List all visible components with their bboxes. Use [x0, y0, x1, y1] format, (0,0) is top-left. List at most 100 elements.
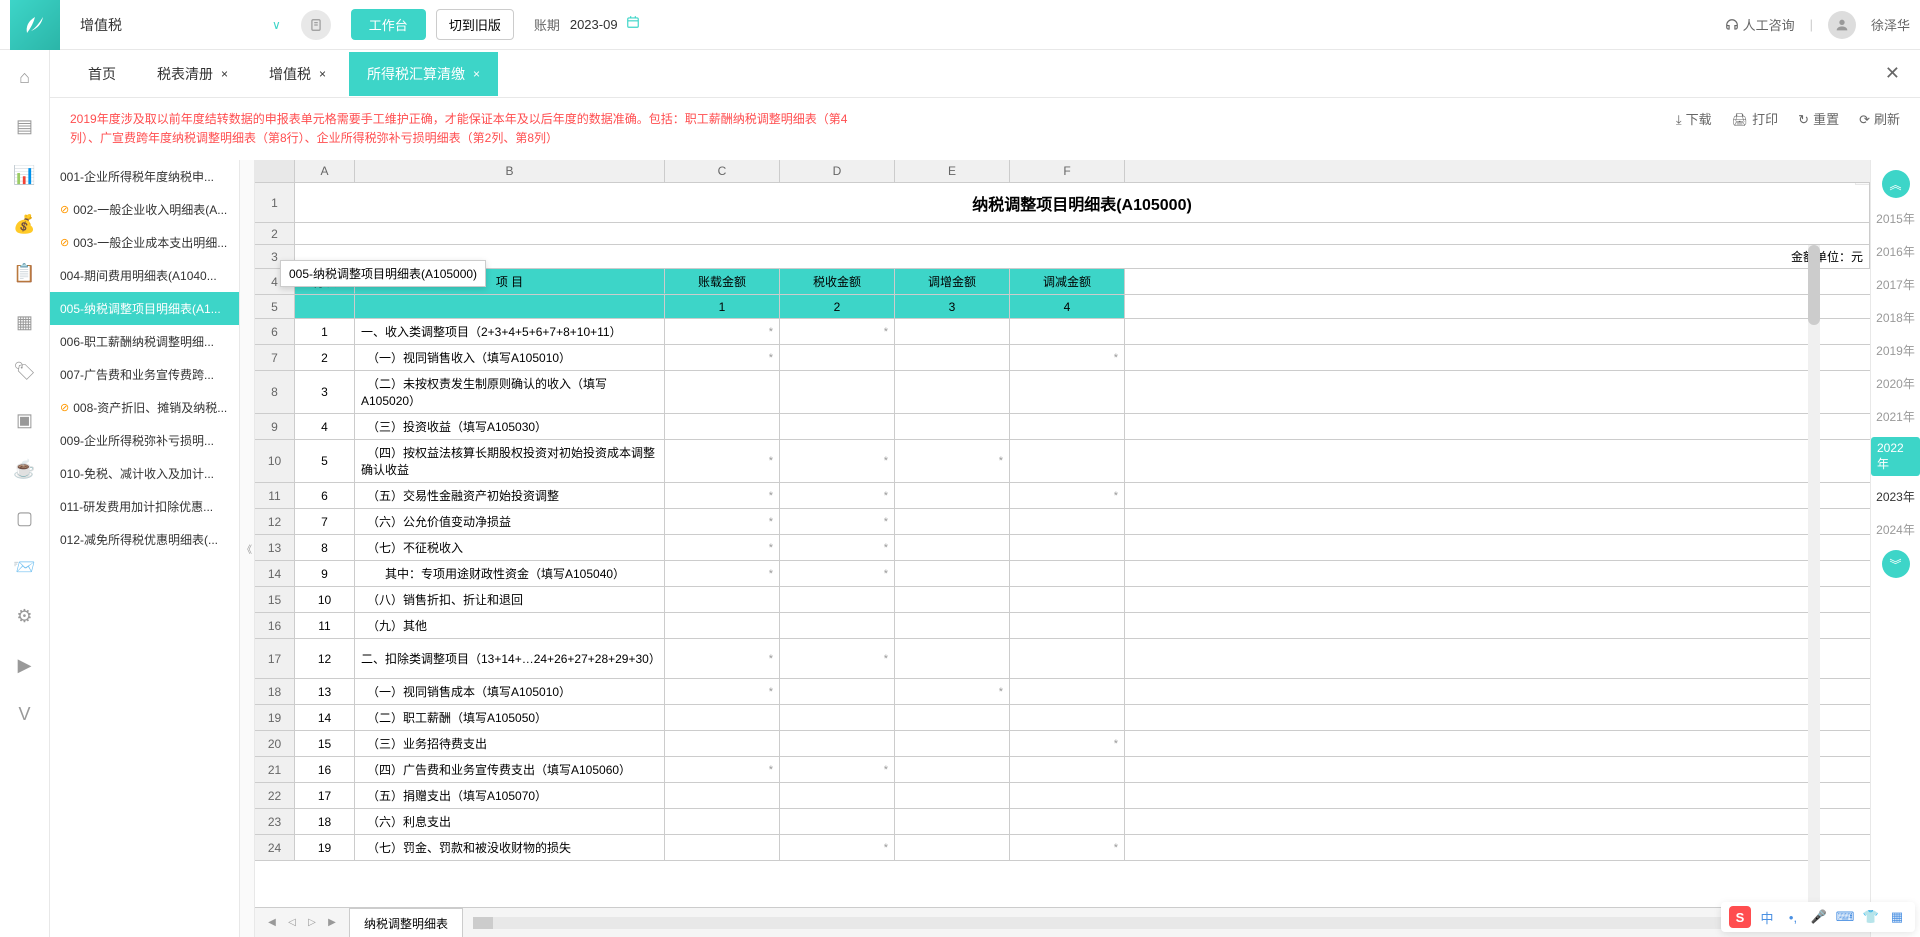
- data-cell[interactable]: *: [780, 757, 895, 782]
- row-header[interactable]: 10: [255, 440, 295, 482]
- seq-cell[interactable]: 13: [295, 679, 355, 704]
- seq-cell[interactable]: 15: [295, 731, 355, 756]
- data-cell[interactable]: [895, 414, 1010, 439]
- data-cell[interactable]: *: [780, 440, 895, 482]
- sheet-next-icon[interactable]: ▷: [303, 914, 321, 932]
- desc-cell[interactable]: （六）利息支出: [355, 809, 665, 834]
- calendar-icon[interactable]: [626, 15, 640, 34]
- year-down-button[interactable]: ︾: [1882, 550, 1910, 578]
- row-header[interactable]: 6: [255, 319, 295, 344]
- data-cell[interactable]: *: [1010, 835, 1125, 860]
- tab-close-icon[interactable]: ×: [221, 67, 228, 81]
- data-cell[interactable]: *: [780, 509, 895, 534]
- data-cell[interactable]: [665, 731, 780, 756]
- data-cell[interactable]: *: [895, 679, 1010, 704]
- year-item[interactable]: 2023年: [1872, 484, 1919, 509]
- desc-cell[interactable]: （七）罚金、罚款和被没收财物的损失: [355, 835, 665, 860]
- data-cell[interactable]: *: [780, 639, 895, 678]
- row-header[interactable]: 15: [255, 587, 295, 612]
- form-list-item[interactable]: 012-减免所得税优惠明细表(...: [50, 523, 239, 556]
- data-cell[interactable]: [780, 809, 895, 834]
- data-cell[interactable]: [895, 835, 1010, 860]
- old-version-button[interactable]: 切到旧版: [436, 9, 514, 40]
- data-cell[interactable]: *: [665, 639, 780, 678]
- nav-report-icon[interactable]: ▦: [13, 310, 37, 334]
- year-item[interactable]: 2015年: [1872, 206, 1919, 231]
- col-header-A[interactable]: A: [295, 160, 355, 182]
- desc-cell[interactable]: （一）视同销售收入（填写A105010）: [355, 345, 665, 370]
- consult-link[interactable]: 人工咨询: [1725, 15, 1795, 34]
- ime-lang-icon[interactable]: 中: [1757, 908, 1777, 927]
- data-cell[interactable]: *: [780, 535, 895, 560]
- row-header[interactable]: 9: [255, 414, 295, 439]
- sheet-prev-icon[interactable]: ◁: [283, 914, 301, 932]
- data-cell[interactable]: [665, 371, 780, 413]
- data-cell[interactable]: *: [665, 679, 780, 704]
- data-cell[interactable]: [895, 731, 1010, 756]
- desc-cell[interactable]: （六）公允价值变动净损益: [355, 509, 665, 534]
- col-header-E[interactable]: E: [895, 160, 1010, 182]
- data-cell[interactable]: [1010, 509, 1125, 534]
- data-cell[interactable]: [895, 809, 1010, 834]
- data-cell[interactable]: [780, 345, 895, 370]
- refresh-button[interactable]: ⟳ 刷新: [1859, 110, 1900, 131]
- year-item[interactable]: 2019年: [1872, 338, 1919, 363]
- tax-type-dropdown[interactable]: 增值税 ∨: [80, 15, 281, 35]
- nav-gear-icon[interactable]: ⚙: [13, 604, 37, 628]
- desc-cell[interactable]: （九）其他: [355, 613, 665, 638]
- data-cell[interactable]: [1010, 783, 1125, 808]
- col-header-F[interactable]: F: [1010, 160, 1125, 182]
- sheet-last-icon[interactable]: ▶: [323, 914, 341, 932]
- data-cell[interactable]: [665, 587, 780, 612]
- desc-cell[interactable]: （二）未按权责发生制原则确认的收入（填写A105020）: [355, 371, 665, 413]
- data-cell[interactable]: [780, 414, 895, 439]
- data-cell[interactable]: *: [1010, 345, 1125, 370]
- nav-v-icon[interactable]: V: [13, 702, 37, 726]
- seq-cell[interactable]: 9: [295, 561, 355, 586]
- doc-icon-button[interactable]: [301, 10, 331, 40]
- form-list-item[interactable]: 004-期间费用明细表(A1040...: [50, 259, 239, 292]
- row-header[interactable]: 16: [255, 613, 295, 638]
- ime-mic-icon[interactable]: 🎤: [1809, 909, 1829, 925]
- sheet-corner[interactable]: [255, 160, 295, 182]
- year-item[interactable]: 2020年: [1872, 371, 1919, 396]
- data-cell[interactable]: *: [665, 319, 780, 344]
- sheet-first-icon[interactable]: ◀: [263, 914, 281, 932]
- data-cell[interactable]: [895, 561, 1010, 586]
- row-header[interactable]: 18: [255, 679, 295, 704]
- horizontal-scrollbar[interactable]: [473, 917, 1860, 929]
- workspace-button[interactable]: 工作台: [351, 9, 426, 40]
- form-list-item[interactable]: 011-研发费用加计扣除优惠...: [50, 490, 239, 523]
- nav-video-icon[interactable]: ▶: [13, 653, 37, 677]
- data-cell[interactable]: [780, 371, 895, 413]
- data-cell[interactable]: [1010, 809, 1125, 834]
- col-header-D[interactable]: D: [780, 160, 895, 182]
- row-header[interactable]: 17: [255, 639, 295, 678]
- desc-cell[interactable]: （七）不征税收入: [355, 535, 665, 560]
- desc-cell[interactable]: 其中：专项用途财政性资金（填写A105040）: [355, 561, 665, 586]
- data-cell[interactable]: [895, 371, 1010, 413]
- data-cell[interactable]: [665, 414, 780, 439]
- tab-税表清册[interactable]: 税表清册×: [139, 52, 246, 96]
- ime-logo-icon[interactable]: S: [1729, 906, 1751, 928]
- period-value[interactable]: 2023-09: [570, 17, 618, 32]
- data-cell[interactable]: [1010, 587, 1125, 612]
- scroll-thumb[interactable]: [473, 917, 493, 929]
- seq-cell[interactable]: 17: [295, 783, 355, 808]
- data-cell[interactable]: *: [665, 757, 780, 782]
- vertical-scrollbar[interactable]: [1808, 245, 1820, 907]
- data-cell[interactable]: [895, 639, 1010, 678]
- data-cell[interactable]: [780, 587, 895, 612]
- row-header[interactable]: 2: [255, 223, 295, 244]
- collapse-sidebar-handle[interactable]: 《: [240, 160, 255, 937]
- data-cell[interactable]: [895, 509, 1010, 534]
- row-header[interactable]: 22: [255, 783, 295, 808]
- col-header-B[interactable]: B: [355, 160, 665, 182]
- data-cell[interactable]: *: [665, 483, 780, 508]
- col-header-C[interactable]: C: [665, 160, 780, 182]
- desc-cell[interactable]: （三）投资收益（填写A105030）: [355, 414, 665, 439]
- row-header[interactable]: 7: [255, 345, 295, 370]
- data-cell[interactable]: [1010, 414, 1125, 439]
- data-cell[interactable]: [780, 679, 895, 704]
- ime-keyboard-icon[interactable]: ⌨: [1835, 909, 1855, 925]
